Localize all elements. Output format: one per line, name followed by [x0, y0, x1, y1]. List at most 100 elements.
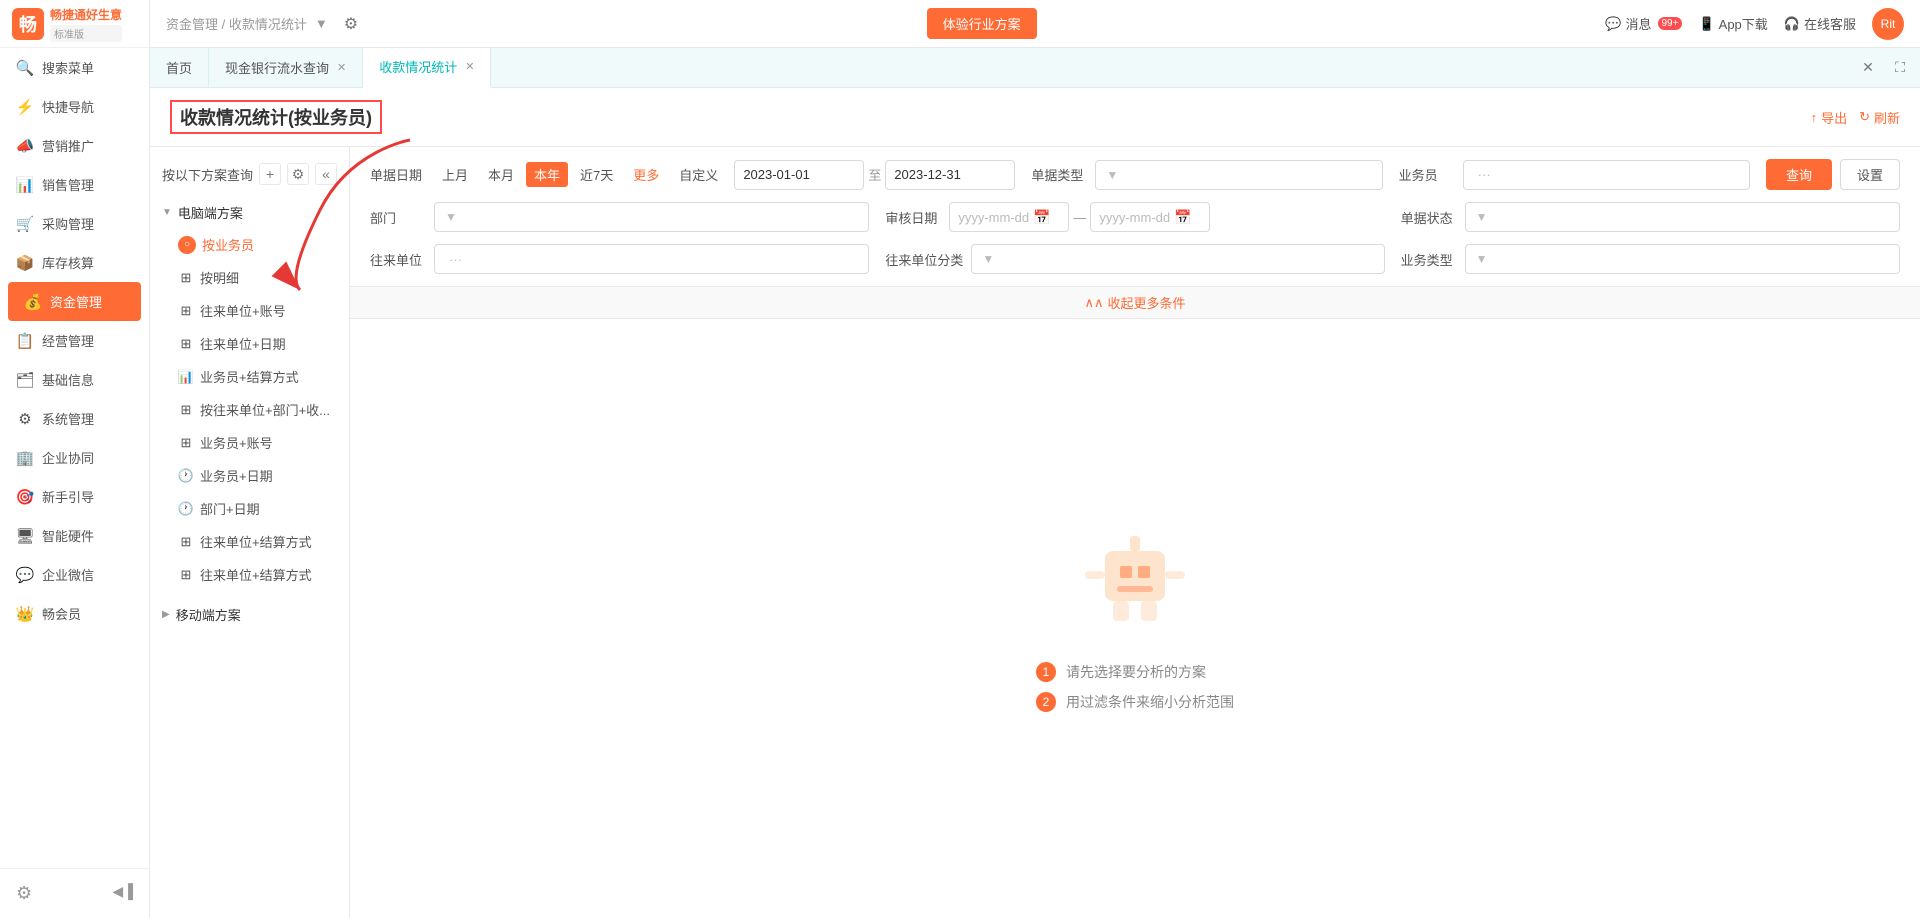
close-receipt-stats-tab-icon[interactable]: ✕ [465, 60, 474, 73]
query-form: 单据日期 上月 本月 本年 近7天 更多 自定义 [350, 147, 1920, 287]
desktop-group-arrow-icon: ▼ [162, 207, 172, 218]
sidebar-item-wechat[interactable]: 💬 企业微信 [0, 555, 149, 594]
salesperson-more-icon: ··· [1478, 167, 1491, 182]
base-info-icon: 🗂 [16, 371, 34, 389]
sidebar-item-search-menu[interactable]: 🔍 搜索菜单 [0, 48, 149, 87]
scheme-item-supplier-date[interactable]: ⊞ 往来单位+日期 [150, 327, 349, 360]
close-bank-flow-tab-icon[interactable]: ✕ [337, 61, 346, 74]
tab-bank-flow[interactable]: 现金银行流水查询 ✕ [209, 48, 363, 88]
trial-button[interactable]: 体验行业方案 [927, 8, 1037, 39]
shortcut-last-month[interactable]: 上月 [434, 162, 476, 187]
member-icon: 👑 [16, 605, 34, 623]
sidebar-item-sales[interactable]: 📊 销售管理 [0, 165, 149, 204]
scheme-label-supplier-date: 往来单位+日期 [200, 334, 286, 353]
business-type-field: 业务类型 ▼ [1401, 244, 1900, 274]
scheme-item-dept-date[interactable]: 🕐 部门+日期 [150, 492, 349, 525]
notification-button[interactable]: 💬 消息 99+ [1605, 14, 1682, 33]
breadcrumb-dropdown-icon[interactable]: ▼ [315, 16, 328, 31]
scheme-item-salesperson-account[interactable]: ⊞ 业务员+账号 [150, 426, 349, 459]
sidebar-item-system[interactable]: ⚙ 系统管理 [0, 399, 149, 438]
user-avatar[interactable]: Rit [1872, 8, 1904, 40]
date-from-input[interactable]: 2023-01-01 [734, 160, 864, 190]
sidebar-item-purchase[interactable]: 🛒 采购管理 [0, 204, 149, 243]
dept-input[interactable]: ▼ [434, 202, 869, 232]
audit-to-input[interactable]: yyyy-mm-dd 📅 [1090, 202, 1210, 232]
scheme-item-supplier-settle1[interactable]: ⊞ 往来单位+结算方式 [150, 525, 349, 558]
audit-to-placeholder: yyyy-mm-dd [1099, 210, 1170, 225]
close-all-tabs-icon[interactable]: ✕ [1856, 56, 1880, 80]
date-label: 单据日期 [370, 165, 426, 184]
shortcut-7days[interactable]: 近7天 [572, 162, 621, 187]
header-settings-icon[interactable]: ⚙ [344, 14, 358, 34]
finance-icon: 💰 [24, 293, 42, 311]
tabs-bar: 首页 现金银行流水查询 ✕ 收款情况统计 ✕ ✕ ⛶ [150, 48, 1920, 88]
scheme-item-by-details[interactable]: ⊞ 按明细 [150, 261, 349, 294]
scheme-item-salesperson-settle[interactable]: 📊 业务员+结算方式 [150, 360, 349, 393]
export-button[interactable]: ↑ 导出 [1811, 108, 1848, 127]
scheme-item-by-salesperson[interactable]: ○ 按业务员 [150, 228, 349, 261]
sidebar-settings-btn[interactable]: ⚙ [16, 883, 32, 904]
audit-to-calendar-icon: 📅 [1174, 209, 1191, 226]
mobile-group-header[interactable]: ▶ 移动端方案 [150, 599, 349, 630]
system-icon: ⚙ [16, 410, 34, 428]
scheme-item-supplier-account[interactable]: ⊞ 往来单位+账号 [150, 294, 349, 327]
tab-receipt-stats[interactable]: 收款情况统计 ✕ [363, 48, 491, 88]
counterpart-category-field: 往来单位分类 ▼ [885, 244, 1384, 274]
sidebar-item-base-info[interactable]: 🗂 基础信息 [0, 360, 149, 399]
dept-label: 部门 [370, 208, 426, 227]
date-to-input[interactable]: 2023-12-31 [885, 160, 1015, 190]
sidebar-item-business[interactable]: 📋 经营管理 [0, 321, 149, 360]
collapse-button[interactable]: ∧∧ 收起更多条件 [1084, 293, 1185, 312]
page-actions: ↑ 导出 ↻ 刷新 [1811, 108, 1900, 127]
sidebar-item-guide[interactable]: 🎯 新手引导 [0, 477, 149, 516]
logo-text-group: 畅捷通好生意 标准版 [50, 6, 122, 42]
sidebar-item-smart-hw[interactable]: 🖥 智能硬件 [0, 516, 149, 555]
shortcut-this-month[interactable]: 本月 [480, 162, 522, 187]
desktop-group-header[interactable]: ▼ 电脑端方案 [150, 197, 349, 228]
app-logo: 畅 畅捷通好生意 标准版 [0, 0, 149, 48]
counterpart-input[interactable]: ··· [434, 244, 869, 274]
collapse-panel-button[interactable]: « [315, 163, 337, 185]
shortcut-custom[interactable]: 自定义 [671, 162, 726, 187]
audit-from-input[interactable]: yyyy-mm-dd 📅 [949, 202, 1069, 232]
tab-home[interactable]: 首页 [150, 48, 209, 88]
refresh-icon: ↻ [1859, 109, 1870, 125]
query-button[interactable]: 查询 [1766, 159, 1832, 190]
sidebar-item-inventory[interactable]: 📦 库存核算 [0, 243, 149, 282]
settings-button[interactable]: 设置 [1840, 159, 1900, 190]
scheme-item-supplier-dept[interactable]: ⊞ 按往来单位+部门+收... [150, 393, 349, 426]
edition-badge: 标准版 [50, 25, 122, 42]
counterpart-category-dropdown-icon: ▼ [982, 252, 994, 266]
sidebar-item-member[interactable]: 👑 畅会员 [0, 594, 149, 633]
doc-status-input[interactable]: ▼ [1465, 202, 1900, 232]
step-2-text: 用过滤条件来缩小分析范围 [1066, 692, 1234, 712]
business-type-input[interactable]: ▼ [1465, 244, 1900, 274]
sidebar-collapse-btn[interactable]: ◀▐ [112, 883, 133, 904]
scheme-item-supplier-settle2[interactable]: ⊞ 往来单位+结算方式 [150, 558, 349, 591]
collapse-row: ∧∧ 收起更多条件 [350, 287, 1920, 319]
sidebar-item-enterprise[interactable]: 🏢 企业协同 [0, 438, 149, 477]
doc-status-label: 单据状态 [1401, 208, 1457, 227]
sidebar-item-finance[interactable]: 💰 资金管理 [8, 282, 141, 321]
counterpart-category-input[interactable]: ▼ [971, 244, 1384, 274]
online-service-button[interactable]: 🎧 在线客服 [1784, 14, 1856, 33]
sidebar-item-marketing[interactable]: 📣 营销推广 [0, 126, 149, 165]
scheme-label-salesperson-settle: 业务员+结算方式 [200, 367, 299, 386]
sidebar-item-quick-nav[interactable]: ⚡ 快捷导航 [0, 87, 149, 126]
filter-panel-controls: + ⚙ « [259, 163, 337, 185]
scheme-settings-button[interactable]: ⚙ [287, 163, 309, 185]
shortcut-more[interactable]: 更多 [625, 162, 667, 187]
counterpart-category-label: 往来单位分类 [885, 250, 963, 269]
add-scheme-button[interactable]: + [259, 163, 281, 185]
shortcut-this-year[interactable]: 本年 [526, 162, 568, 187]
app-download-button[interactable]: 📱 App下载 [1698, 14, 1767, 33]
audit-date-label: 审核日期 [885, 208, 941, 227]
scheme-item-salesperson-date[interactable]: 🕐 业务员+日期 [150, 459, 349, 492]
scheme-icon-clock1: 🕐 [178, 468, 194, 484]
breadcrumb: 资金管理 / 收款情况统计 [166, 14, 307, 33]
doc-type-input[interactable]: ▼ [1095, 160, 1382, 190]
notification-icon: 💬 [1605, 16, 1621, 32]
salesperson-input[interactable]: ··· [1463, 160, 1750, 190]
fullscreen-icon[interactable]: ⛶ [1888, 56, 1912, 80]
refresh-button[interactable]: ↻ 刷新 [1859, 108, 1900, 127]
